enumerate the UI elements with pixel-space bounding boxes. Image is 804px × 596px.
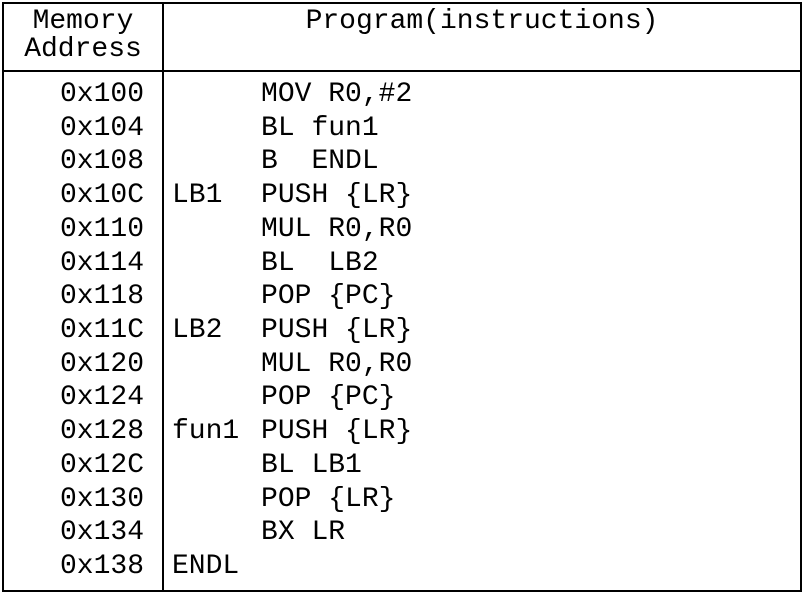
asm-instruction: BL LB2 [261, 250, 379, 278]
program-cell: BL LB1 [172, 449, 800, 483]
program-cell: POP {PC} [172, 280, 800, 314]
asm-instruction: BL fun1 [261, 115, 379, 143]
address-cell: 0x120 [4, 348, 144, 382]
asm-instruction: PUSH {LR} [261, 418, 412, 446]
asm-instruction: MUL R0,R0 [261, 216, 412, 244]
asm-instruction: BL LB1 [261, 452, 362, 480]
asm-label: LB2 [172, 317, 261, 345]
program-cell: BX LR [172, 517, 800, 551]
header-memory-line2: Address [24, 36, 142, 64]
asm-instruction: POP {PC} [261, 384, 395, 412]
program-cell: fun1PUSH {LR} [172, 415, 800, 449]
program-column: MOV R0,#2BL fun1B ENDLLB1PUSH {LR}MUL R0… [164, 72, 800, 590]
header-program-label: Program(instructions) [306, 8, 659, 36]
asm-label: LB1 [172, 182, 261, 210]
address-cell: 0x11C [4, 314, 144, 348]
address-cell: 0x108 [4, 145, 144, 179]
address-cell: 0x110 [4, 213, 144, 247]
asm-instruction: POP {LR} [261, 486, 395, 514]
asm-table: Memory Address Program(instructions) 0x1… [2, 2, 802, 592]
program-cell: ENDL [172, 550, 800, 584]
program-cell: MUL R0,R0 [172, 348, 800, 382]
program-cell: B ENDL [172, 145, 800, 179]
address-cell: 0x138 [4, 550, 144, 584]
program-cell: MOV R0,#2 [172, 78, 800, 112]
asm-label: ENDL [172, 553, 261, 581]
asm-instruction: PUSH {LR} [261, 182, 412, 210]
memory-address-column: 0x1000x1040x1080x10C0x1100x1140x1180x11C… [4, 72, 164, 590]
asm-instruction: POP {PC} [261, 283, 395, 311]
asm-label: fun1 [172, 418, 261, 446]
program-cell: LB2PUSH {LR} [172, 314, 800, 348]
program-cell: BL fun1 [172, 112, 800, 146]
address-cell: 0x128 [4, 415, 144, 449]
program-cell: MUL R0,R0 [172, 213, 800, 247]
address-cell: 0x118 [4, 280, 144, 314]
table-body: 0x1000x1040x1080x10C0x1100x1140x1180x11C… [4, 72, 800, 590]
program-cell: POP {PC} [172, 382, 800, 416]
address-cell: 0x134 [4, 517, 144, 551]
address-cell: 0x130 [4, 483, 144, 517]
asm-instruction: MOV R0,#2 [261, 81, 412, 109]
address-cell: 0x12C [4, 449, 144, 483]
address-cell: 0x104 [4, 112, 144, 146]
asm-instruction: PUSH {LR} [261, 317, 412, 345]
header-memory-address: Memory Address [4, 4, 164, 70]
address-cell: 0x114 [4, 247, 144, 281]
program-cell: BL LB2 [172, 247, 800, 281]
address-cell: 0x10C [4, 179, 144, 213]
table-header-row: Memory Address Program(instructions) [4, 4, 800, 72]
program-cell: LB1PUSH {LR} [172, 179, 800, 213]
asm-instruction: MUL R0,R0 [261, 351, 412, 379]
asm-instruction: BX LR [261, 519, 345, 547]
header-program: Program(instructions) [164, 4, 800, 70]
header-memory-line1: Memory [33, 8, 134, 36]
address-cell: 0x124 [4, 382, 144, 416]
asm-instruction: B ENDL [261, 148, 379, 176]
address-cell: 0x100 [4, 78, 144, 112]
program-cell: POP {LR} [172, 483, 800, 517]
